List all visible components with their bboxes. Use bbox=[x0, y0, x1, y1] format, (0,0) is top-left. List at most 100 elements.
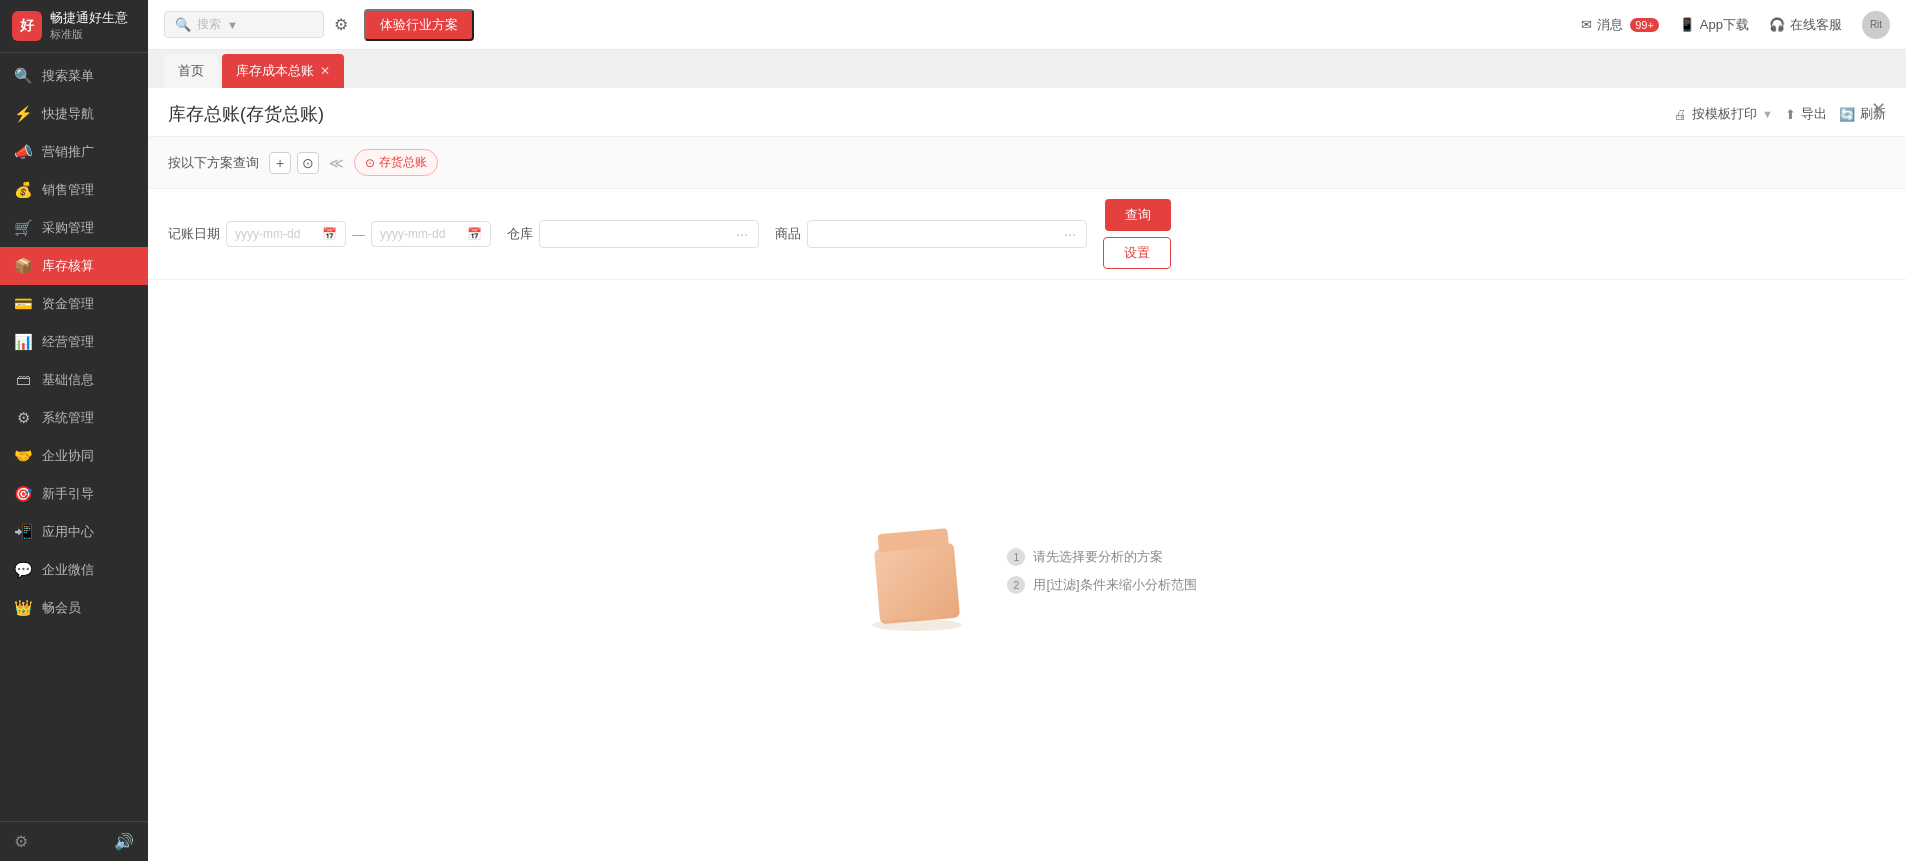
tab-home[interactable]: 首页 bbox=[164, 54, 218, 88]
print-button[interactable]: 🖨 按模板打印 ▼ bbox=[1674, 105, 1773, 123]
print-chevron-icon: ▼ bbox=[1762, 108, 1773, 120]
tab-ledger[interactable]: 库存成本总账 ✕ bbox=[222, 54, 344, 88]
inventory-icon: 📦 bbox=[14, 257, 32, 275]
search-bar-icon: 🔍 bbox=[175, 17, 191, 32]
guide-icon: 🎯 bbox=[14, 485, 32, 503]
export-icon: ⬆ bbox=[1785, 107, 1796, 122]
refresh-icon: 🔄 bbox=[1839, 107, 1855, 122]
sidebar-item-label: 新手引导 bbox=[42, 485, 94, 503]
app-download-button[interactable]: 📱 App下载 bbox=[1679, 16, 1749, 34]
product-input[interactable]: ··· bbox=[807, 220, 1087, 248]
operations-icon: 📊 bbox=[14, 333, 32, 351]
sidebar-item-finance[interactable]: 💳 资金管理 bbox=[0, 285, 148, 323]
message-icon: ✉ bbox=[1581, 17, 1592, 32]
scheme-label: 存货总账 bbox=[379, 154, 427, 171]
sidebar-item-label: 企业微信 bbox=[42, 561, 94, 579]
sidebar-item-wechat[interactable]: 💬 企业微信 bbox=[0, 551, 148, 589]
sidebar: 好 畅捷通好生意 标准版 🔍 搜索菜单 ⚡ 快捷导航 📣 营销推广 💰 销售管理… bbox=[0, 0, 148, 861]
topbar-right: ✉ 消息 99+ 📱 App下载 🎧 在线客服 Rit bbox=[1581, 11, 1890, 39]
hint-1-text: 请先选择要分析的方案 bbox=[1033, 548, 1163, 566]
search-button[interactable]: 查询 bbox=[1105, 199, 1171, 231]
logo-sub: 标准版 bbox=[50, 27, 128, 42]
content-area: 库存总账(存货总账) 🖨 按模板打印 ▼ ⬆ 导出 🔄 刷新 ✕ bbox=[148, 88, 1906, 861]
search-row: 记账日期 yyyy-mm-dd 📅 — yyyy-mm-dd 📅 仓库 ··· bbox=[148, 189, 1906, 280]
search-placeholder: 搜索 bbox=[197, 16, 221, 33]
flash-icon: ⚡ bbox=[14, 105, 32, 123]
messages-button[interactable]: ✉ 消息 99+ bbox=[1581, 16, 1659, 34]
sidebar-item-shortcut[interactable]: ⚡ 快捷导航 bbox=[0, 95, 148, 133]
home-tab-label: 首页 bbox=[178, 62, 204, 80]
date-start-placeholder: yyyy-mm-dd bbox=[235, 227, 300, 241]
scheme-icon: ⊙ bbox=[365, 156, 375, 170]
scheme-item[interactable]: ⊙ 存货总账 bbox=[354, 149, 438, 176]
sidebar-item-marketing[interactable]: 📣 营销推广 bbox=[0, 133, 148, 171]
filter-actions: + ⊙ bbox=[269, 152, 319, 174]
wechat-icon: 💬 bbox=[14, 561, 32, 579]
sidebar-item-operations[interactable]: 📊 经营管理 bbox=[0, 323, 148, 361]
online-service-button[interactable]: 🎧 在线客服 bbox=[1769, 16, 1842, 34]
warehouse-field-group: 仓库 ··· bbox=[507, 220, 759, 248]
purchase-icon: 🛒 bbox=[14, 219, 32, 237]
sidebar-nav: 🔍 搜索菜单 ⚡ 快捷导航 📣 营销推广 💰 销售管理 🛒 采购管理 📦 库存核… bbox=[0, 53, 148, 821]
chevron-down-icon: ▼ bbox=[227, 19, 238, 31]
step-2-badge: 2 bbox=[1007, 576, 1025, 594]
main-area: 🔍 搜索 ▼ ⚙ 体验行业方案 ✉ 消息 99+ 📱 App下载 🎧 在线客服 … bbox=[148, 0, 1906, 861]
filter-add-button[interactable]: + bbox=[269, 152, 291, 174]
product-label: 商品 bbox=[775, 225, 801, 243]
date-separator: — bbox=[352, 227, 365, 242]
date-label: 记账日期 bbox=[168, 225, 220, 243]
warehouse-more-icon[interactable]: ··· bbox=[736, 226, 748, 242]
tab-close-icon[interactable]: ✕ bbox=[320, 64, 330, 78]
panel-close-button[interactable]: ✕ bbox=[1871, 98, 1886, 120]
empty-state: 1 请先选择要分析的方案 2 用[过滤]条件来缩小分析范围 bbox=[148, 280, 1906, 861]
empty-hints: 1 请先选择要分析的方案 2 用[过滤]条件来缩小分析范围 bbox=[1007, 548, 1196, 594]
export-label: 导出 bbox=[1801, 105, 1827, 123]
sidebar-item-search[interactable]: 🔍 搜索菜单 bbox=[0, 57, 148, 95]
member-icon: 👑 bbox=[14, 599, 32, 617]
action-buttons: 查询 设置 bbox=[1103, 199, 1171, 269]
export-button[interactable]: ⬆ 导出 bbox=[1785, 105, 1827, 123]
date-start-input[interactable]: yyyy-mm-dd 📅 bbox=[226, 221, 346, 247]
filter-collapse-icon[interactable]: ≪ bbox=[329, 155, 344, 171]
user-avatar[interactable]: Rit bbox=[1862, 11, 1890, 39]
sidebar-item-label: 库存核算 bbox=[42, 257, 94, 275]
sidebar-item-sales[interactable]: 💰 销售管理 bbox=[0, 171, 148, 209]
sidebar-item-inventory[interactable]: 📦 库存核算 bbox=[0, 247, 148, 285]
logo-icon: 好 bbox=[12, 11, 42, 41]
sidebar-item-guide[interactable]: 🎯 新手引导 bbox=[0, 475, 148, 513]
basic-icon: 🗃 bbox=[14, 371, 32, 388]
sidebar-item-basic[interactable]: 🗃 基础信息 bbox=[0, 361, 148, 399]
logo-text: 畅捷通好生意 bbox=[50, 10, 128, 27]
topbar: 🔍 搜索 ▼ ⚙ 体验行业方案 ✉ 消息 99+ 📱 App下载 🎧 在线客服 … bbox=[148, 0, 1906, 50]
print-icon: 🖨 bbox=[1674, 107, 1687, 122]
sidebar-item-label: 系统管理 bbox=[42, 409, 94, 427]
sidebar-item-member[interactable]: 👑 畅会员 bbox=[0, 589, 148, 627]
search-bar[interactable]: 🔍 搜索 ▼ bbox=[164, 11, 324, 38]
phone-icon: 📱 bbox=[1679, 17, 1695, 32]
date-end-input[interactable]: yyyy-mm-dd 📅 bbox=[371, 221, 491, 247]
print-label: 按模板打印 bbox=[1692, 105, 1757, 123]
empty-hint-1: 1 请先选择要分析的方案 bbox=[1007, 548, 1196, 566]
step-1-badge: 1 bbox=[1007, 548, 1025, 566]
settings-button[interactable]: 设置 bbox=[1103, 237, 1171, 269]
sales-icon: 💰 bbox=[14, 181, 32, 199]
sidebar-item-label: 搜索菜单 bbox=[42, 67, 94, 85]
speaker-footer-icon[interactable]: 🔊 bbox=[114, 832, 134, 851]
tabbar: 首页 库存成本总账 ✕ bbox=[148, 50, 1906, 88]
app-download-label: App下载 bbox=[1700, 16, 1749, 34]
date-end-placeholder: yyyy-mm-dd bbox=[380, 227, 445, 241]
sidebar-item-collab[interactable]: 🤝 企业协同 bbox=[0, 437, 148, 475]
sidebar-item-system[interactable]: ⚙ 系统管理 bbox=[0, 399, 148, 437]
ledger-tab-label: 库存成本总账 bbox=[236, 62, 314, 80]
search-icon: 🔍 bbox=[14, 67, 32, 85]
sidebar-item-purchase[interactable]: 🛒 采购管理 bbox=[0, 209, 148, 247]
promo-button[interactable]: 体验行业方案 bbox=[364, 9, 474, 41]
topbar-settings-icon[interactable]: ⚙ bbox=[334, 15, 348, 34]
system-icon: ⚙ bbox=[14, 409, 32, 427]
product-more-icon[interactable]: ··· bbox=[1064, 226, 1076, 242]
filter-manage-button[interactable]: ⊙ bbox=[297, 152, 319, 174]
settings-footer-icon[interactable]: ⚙ bbox=[14, 832, 28, 851]
warehouse-input[interactable]: ··· bbox=[539, 220, 759, 248]
message-badge: 99+ bbox=[1630, 18, 1659, 32]
sidebar-item-apps[interactable]: 📲 应用中心 bbox=[0, 513, 148, 551]
